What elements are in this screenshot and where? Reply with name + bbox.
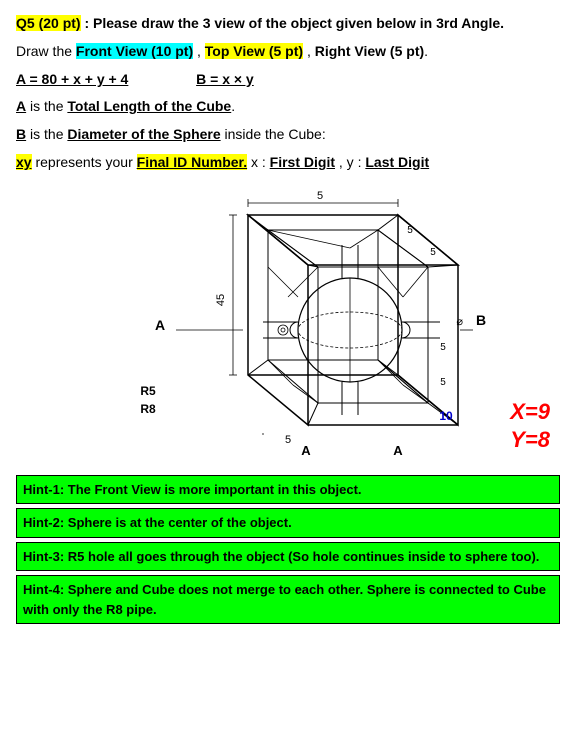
draw-label: Draw the [16, 43, 76, 59]
top-view-label: Top View (5 pt) [205, 43, 303, 59]
svg-text:⌀: ⌀ [456, 316, 463, 328]
hint-2: Hint-2: Sphere is at the center of the o… [16, 508, 560, 538]
comma2: , [303, 43, 315, 59]
formula-line: A = 80 + x + y + 4 B = x × y [16, 68, 560, 92]
b-letter: B [16, 126, 26, 142]
svg-text:5: 5 [285, 434, 291, 446]
x-value: X=9 [510, 398, 550, 427]
svg-text:5: 5 [440, 342, 446, 353]
comma1: , [193, 43, 205, 59]
svg-text:45: 45 [215, 294, 227, 306]
final-id-label: Final ID Number. [137, 154, 247, 170]
xy-letter: xy [16, 154, 32, 170]
hint-1: Hint-1: The Front View is more important… [16, 475, 560, 505]
hints-section: Hint-1: The Front View is more important… [16, 475, 560, 625]
total-length-label: Total Length of the Cube [67, 98, 231, 114]
x-spacer: x [247, 154, 258, 170]
b-definition: B is the Diameter of the Sphere inside t… [16, 123, 560, 147]
hint-4: Hint-4: Sphere and Cube does not merge t… [16, 575, 560, 624]
technical-drawing: 5 45 A B ⌀ 5 A A R5 R8 10 5 [88, 185, 488, 465]
formula-a: A = 80 + x + y + 4 [16, 71, 128, 87]
y-separator: , y : [335, 154, 365, 170]
a-definition: A is the Total Length of the Cube. [16, 95, 560, 119]
question-number: Q5 (20 pt) [16, 15, 81, 31]
svg-text:5: 5 [440, 377, 446, 388]
xy-values: X=9 Y=8 [510, 398, 550, 455]
svg-text:5: 5 [430, 247, 436, 258]
svg-text:B: B [476, 312, 486, 328]
svg-text:A: A [155, 317, 165, 333]
front-view-label: Front View (10 pt) [76, 43, 193, 59]
hint-3: Hint-3: R5 hole all goes through the obj… [16, 542, 560, 572]
question-intro: : Please draw the 3 view of the object g… [81, 15, 504, 31]
svg-text:10: 10 [439, 409, 453, 423]
right-view-label: Right View (5 pt) [315, 43, 424, 59]
formula-b: B = x × y [196, 71, 254, 87]
b-is: is the [26, 126, 67, 142]
y-value: Y=8 [510, 426, 550, 455]
svg-text:R8: R8 [140, 402, 156, 416]
xy-definition: xy represents your Final ID Number. x : … [16, 151, 560, 175]
x-colon: : [258, 154, 270, 170]
a-is: is the [26, 98, 67, 114]
question-header: Q5 (20 pt) : Please draw the 3 view of t… [16, 12, 560, 175]
drawing-area: 5 45 A B ⌀ 5 A A R5 R8 10 5 [16, 185, 560, 465]
svg-text:A: A [301, 443, 311, 458]
svg-text:R5: R5 [140, 384, 156, 398]
diameter-label: Diameter of the Sphere [67, 126, 220, 142]
xy-represents: represents your [32, 154, 137, 170]
last-digit-label: Last Digit [365, 154, 429, 170]
first-digit-label: First Digit [270, 154, 335, 170]
b-end: inside the Cube: [221, 126, 326, 142]
svg-text:A: A [393, 443, 403, 458]
a-letter: A [16, 98, 26, 114]
question-line2: Draw the Front View (10 pt) , Top View (… [16, 40, 560, 64]
svg-text:5: 5 [317, 190, 323, 202]
a-period: . [231, 98, 235, 114]
question-line1: Q5 (20 pt) : Please draw the 3 view of t… [16, 12, 560, 36]
period: . [424, 43, 428, 59]
svg-text:5: 5 [407, 225, 413, 236]
